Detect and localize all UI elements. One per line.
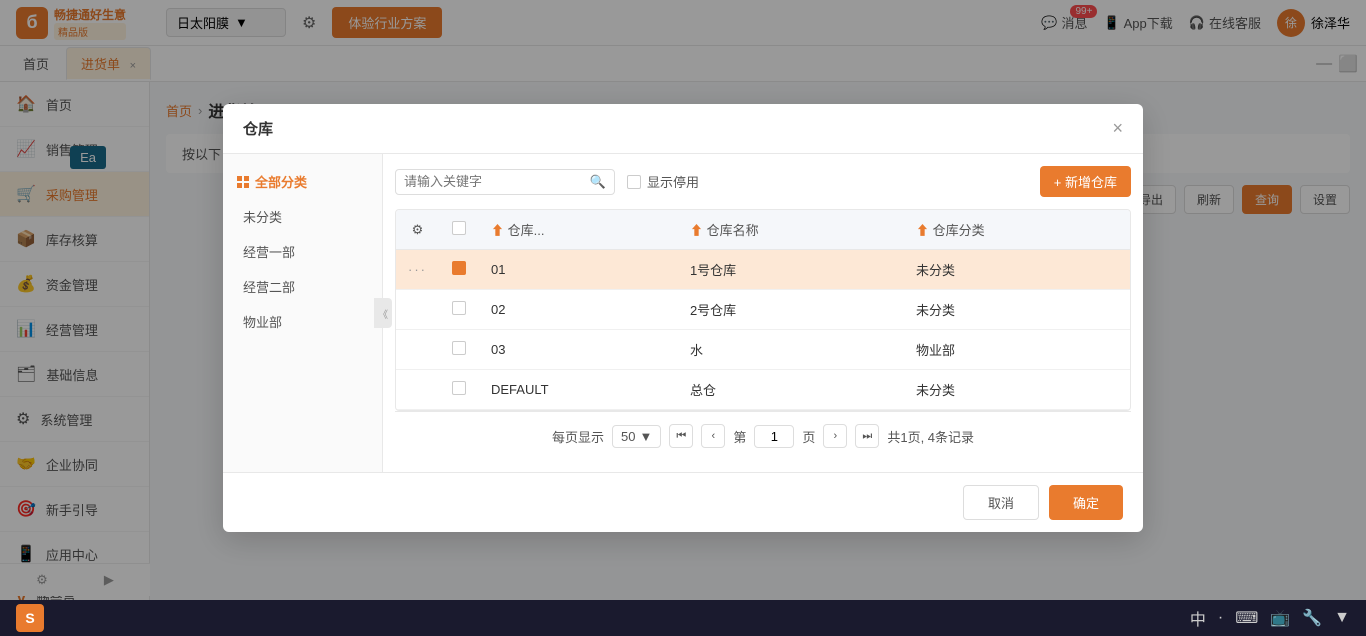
col-header-name: ⬆ 仓库名称 [678, 210, 904, 250]
show-disabled-container: 显示停用 [627, 172, 699, 191]
expand-icon[interactable]: ▼ [1334, 609, 1350, 627]
category-panel: 全部分类 未分类 经营一部 经营二部 物业部 《 [223, 154, 383, 472]
first-page-button[interactable]: ⏮ [669, 424, 693, 448]
table-header-row: ⚙ ⬆ 仓库... ⬆ [396, 210, 1130, 250]
total-info: 共1页, 4条记录 [887, 427, 974, 446]
show-disabled-label: 显示停用 [647, 172, 699, 191]
modal-overlay: 仓库 × 全部分类 未分类 经营一部 经营二部 物业部 [0, 0, 1366, 636]
keyboard-icon[interactable]: ⌨ [1235, 608, 1258, 628]
row-category: 物业部 [904, 330, 1130, 370]
tv-icon[interactable]: 📺 [1270, 608, 1290, 628]
pagination: 每页显示 50 ▼ ⏮ ‹ 第 页 › ⏭ 共1页, 4条记录 [395, 411, 1131, 460]
modal-title: 仓库 [243, 118, 273, 139]
tool-icon[interactable]: 🔧 [1302, 608, 1322, 628]
table-row[interactable]: DEFAULT 总仓 未分类 [396, 370, 1130, 410]
search-input[interactable] [404, 174, 584, 189]
col-header-code: ⬆ 仓库... [479, 210, 678, 250]
page-unit: 页 [802, 427, 815, 446]
row-name: 2号仓库 [678, 290, 904, 330]
table-row[interactable]: 03 水 物业部 [396, 330, 1130, 370]
row-checkbox[interactable] [452, 341, 466, 355]
next-page-button[interactable]: › [823, 424, 847, 448]
warehouse-modal: 仓库 × 全部分类 未分类 经营一部 经营二部 物业部 [223, 104, 1143, 532]
all-categories-label: 全部分类 [255, 172, 307, 191]
modal-close-button[interactable]: × [1112, 118, 1123, 139]
row-name: 水 [678, 330, 904, 370]
row-dots-cell [396, 370, 439, 410]
col-header-gear: ⚙ [396, 210, 439, 250]
page-size-value: 50 [621, 429, 635, 444]
select-all-checkbox[interactable] [452, 221, 466, 235]
sougou-brand: S [16, 604, 44, 632]
grid-icon [237, 176, 249, 188]
col-header-category: ⬆ 仓库分类 [904, 210, 1130, 250]
page-size-dropdown-icon: ▼ [639, 429, 652, 444]
row-code: 01 [479, 250, 678, 290]
search-icon: 🔍 [590, 174, 606, 190]
row-checkbox-cell [439, 330, 479, 370]
add-warehouse-button[interactable]: + 新增仓库 [1040, 166, 1131, 197]
sort-icon-name: ⬆ [690, 223, 703, 238]
category-dept2[interactable]: 经营二部 [223, 269, 382, 304]
confirm-button[interactable]: 确定 [1049, 485, 1123, 520]
per-page-label: 每页显示 [552, 427, 604, 446]
table-body: ··· 01 1号仓库 未分类 02 2号仓库 未分类 [396, 250, 1130, 410]
warehouse-toolbar: 🔍 显示停用 + 新增仓库 [395, 166, 1131, 197]
sort-icon-cat: ⬆ [916, 223, 929, 238]
page-label: 第 [733, 427, 746, 446]
bottom-bar: S 中 · ⌨ 📺 🔧 ▼ [0, 600, 1366, 636]
prev-page-button[interactable]: ‹ [701, 424, 725, 448]
row-dots-cell [396, 330, 439, 370]
category-dept1[interactable]: 经营一部 [223, 234, 382, 269]
row-checkbox-cell [439, 290, 479, 330]
category-property[interactable]: 物业部 [223, 304, 382, 339]
cancel-button[interactable]: 取消 [963, 485, 1039, 520]
table-row[interactable]: 02 2号仓库 未分类 [396, 290, 1130, 330]
col-header-check [439, 210, 479, 250]
row-name: 1号仓库 [678, 250, 904, 290]
show-disabled-checkbox[interactable] [627, 175, 641, 189]
row-code: 02 [479, 290, 678, 330]
page-size-selector[interactable]: 50 ▼ [612, 425, 661, 448]
category-unclassified[interactable]: 未分类 [223, 199, 382, 234]
row-dots-cell [396, 290, 439, 330]
dot-icon[interactable]: · [1218, 609, 1223, 627]
sougou-icon: S [16, 604, 44, 632]
modal-header: 仓库 × [223, 104, 1143, 154]
search-box: 🔍 [395, 169, 615, 195]
table-row[interactable]: ··· 01 1号仓库 未分类 [396, 250, 1130, 290]
all-categories-item[interactable]: 全部分类 [223, 164, 382, 199]
modal-body: 全部分类 未分类 经营一部 经营二部 物业部 《 🔍 [223, 154, 1143, 472]
collapse-panel-button[interactable]: 《 [374, 298, 392, 328]
row-category: 未分类 [904, 370, 1130, 410]
row-code: DEFAULT [479, 370, 678, 410]
sort-icon-code: ⬆ [491, 223, 504, 238]
table: ⚙ ⬆ 仓库... ⬆ [396, 210, 1130, 410]
current-page-input[interactable] [754, 425, 794, 448]
modal-footer: 取消 确定 [223, 472, 1143, 532]
toolbar-left: 🔍 显示停用 [395, 169, 699, 195]
row-category: 未分类 [904, 290, 1130, 330]
warehouse-table: ⚙ ⬆ 仓库... ⬆ [395, 209, 1131, 411]
row-name: 总仓 [678, 370, 904, 410]
row-checkbox-cell [439, 250, 479, 290]
row-checkbox-cell [439, 370, 479, 410]
row-category: 未分类 [904, 250, 1130, 290]
row-checkbox[interactable] [452, 301, 466, 315]
row-checkbox[interactable] [452, 261, 466, 275]
row-dots-cell: ··· [396, 250, 439, 290]
row-code: 03 [479, 330, 678, 370]
row-action-dots[interactable]: ··· [408, 262, 427, 277]
gear-icon[interactable]: ⚙ [412, 222, 424, 237]
warehouse-panel: 🔍 显示停用 + 新增仓库 [383, 154, 1143, 472]
row-checkbox[interactable] [452, 381, 466, 395]
ime-icon[interactable]: 中 [1190, 606, 1206, 630]
last-page-button[interactable]: ⏭ [855, 424, 879, 448]
